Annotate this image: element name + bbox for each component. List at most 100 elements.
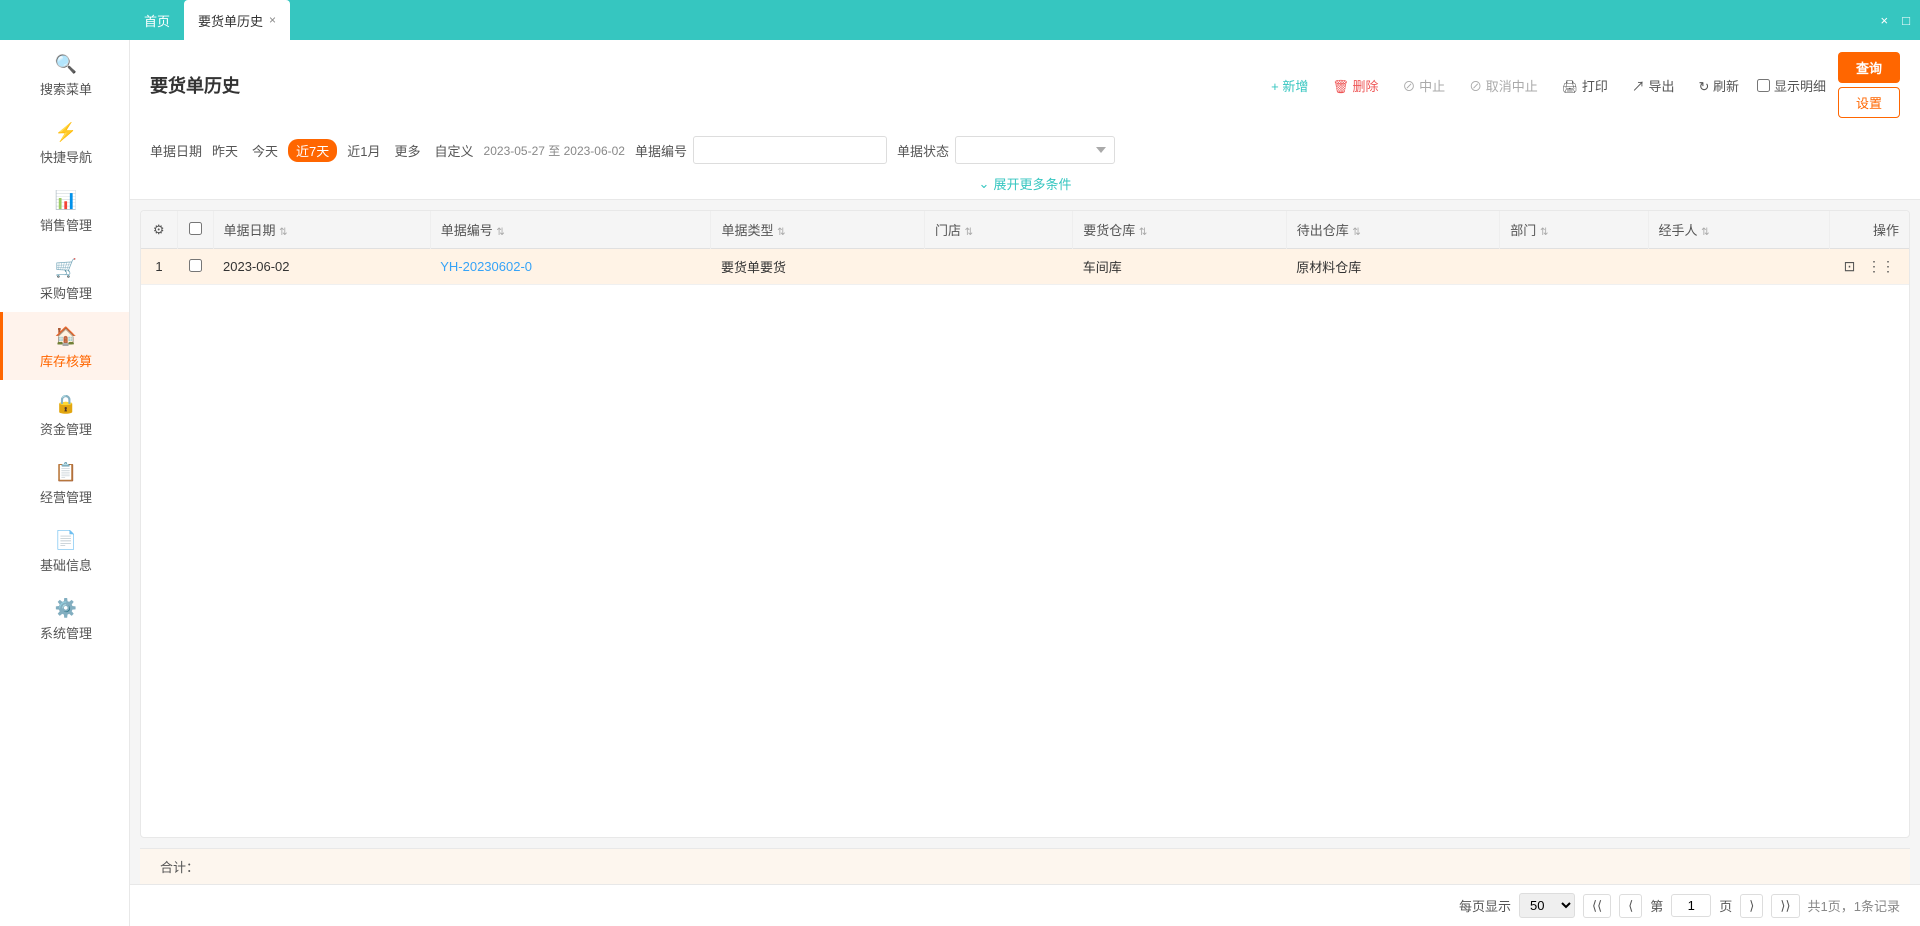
page-input-label: 第 (1650, 896, 1663, 915)
stop-button[interactable]: ⊘ 中止 (1396, 72, 1451, 99)
sidebar-item-system[interactable]: ⚙️ 系统管理 (0, 584, 129, 652)
sort-icon-pendingwarehouse: ⇅ (1352, 227, 1360, 238)
td-store (925, 249, 1073, 285)
show-detail-label: 显示明细 (1774, 76, 1826, 95)
sidebar-item-label: 快捷导航 (40, 147, 92, 166)
date-shortcut-more[interactable]: 更多 (391, 139, 425, 162)
table-header-row: ⚙ 单据日期 ⇅ 单据编号 ⇅ 单据类型 ⇅ 门店 ⇅ 要货仓库 ⇅ 待出仓库 … (141, 211, 1909, 249)
td-reqwarehouse: 车间库 (1073, 249, 1287, 285)
filter-area: 单据日期 昨天 今天 近7天 近1月 更多 自定义 2023-05-27 至 2… (150, 126, 1900, 170)
td-pendingwarehouse: 原材料仓库 (1286, 249, 1500, 285)
last-page-btn[interactable]: ⟩⟩ (1771, 894, 1799, 918)
toolbar: + 新增 🗑 删除 ⊘ 中止 ⊘ 取消中止 🖨 打印 ↗ 导出 ↻ 刷新 显示明… (1265, 52, 1900, 118)
top-bar: 首页 要货单历史 × × □ (0, 0, 1920, 40)
main-content: 要货单历史 + 新增 🗑 删除 ⊘ 中止 ⊘ 取消中止 🖨 打印 ↗ 导出 ↻ … (130, 40, 1920, 926)
th-doctype-label: 单据类型 (721, 223, 773, 238)
new-button[interactable]: + 新增 (1265, 72, 1314, 99)
print-button[interactable]: 🖨 打印 (1556, 72, 1614, 99)
sidebar-item-label: 销售管理 (40, 215, 92, 234)
sidebar: 🔍 搜索菜单 ⚡ 快捷导航 📊 销售管理 🛒 采购管理 🏠 库存核算 🔒 资金管… (0, 40, 130, 926)
next-page-btn[interactable]: ⟩ (1740, 894, 1763, 918)
settings-button[interactable]: 设置 (1838, 87, 1900, 118)
sidebar-item-search[interactable]: 🔍 搜索菜单 (0, 40, 129, 108)
window-maximize-btn[interactable]: □ (1902, 13, 1910, 28)
th-pendingwarehouse-label: 待出仓库 (1297, 223, 1349, 238)
close-tab-icon[interactable]: × (269, 13, 276, 27)
th-reqwarehouse-label: 要货仓库 (1083, 223, 1135, 238)
first-page-btn[interactable]: ⟨⟨ (1583, 894, 1611, 918)
sidebar-item-inventory[interactable]: 🏠 库存核算 (0, 312, 129, 380)
summary-label: 合计： (160, 860, 199, 875)
row-more-btn[interactable]: ⋮⋮ (1863, 256, 1899, 276)
sidebar-item-label: 基础信息 (40, 555, 92, 574)
sort-icon-store: ⇅ (965, 227, 973, 238)
tab-home-label: 首页 (144, 11, 170, 30)
sort-icon-doctype: ⇅ (777, 227, 785, 238)
footer-summary: 合计： (140, 848, 1910, 884)
per-page-select[interactable]: 50 100 200 (1519, 893, 1575, 918)
page-unit-label: 页 (1719, 896, 1732, 915)
management-icon: 📋 (55, 462, 77, 483)
td-dept (1500, 249, 1648, 285)
date-shortcut-7days[interactable]: 近7天 (288, 139, 337, 162)
status-select[interactable] (955, 136, 1115, 164)
sidebar-item-sales[interactable]: 📊 销售管理 (0, 176, 129, 244)
tab-history[interactable]: 要货单历史 × (184, 0, 290, 40)
prev-page-btn[interactable]: ⟨ (1619, 894, 1642, 918)
tab-home[interactable]: 首页 (130, 0, 184, 40)
delete-button[interactable]: 🗑 删除 (1326, 72, 1384, 99)
th-docno: 单据编号 ⇅ (430, 211, 711, 249)
finance-icon: 🔒 (55, 394, 77, 415)
sidebar-item-basic[interactable]: 📄 基础信息 (0, 516, 129, 584)
inventory-icon: 🏠 (55, 326, 77, 347)
show-detail-input[interactable] (1757, 79, 1770, 92)
chevron-down-icon: ⌄ (979, 176, 990, 192)
th-dept-label: 部门 (1510, 223, 1536, 238)
td-checkbox (177, 249, 213, 285)
show-detail-checkbox[interactable]: 显示明细 (1757, 76, 1826, 95)
th-store: 门店 ⇅ (925, 211, 1073, 249)
sidebar-item-label: 资金管理 (40, 419, 92, 438)
sidebar-item-label: 采购管理 (40, 283, 92, 302)
date-shortcut-today[interactable]: 今天 (248, 139, 282, 162)
th-checkbox (177, 211, 213, 249)
docno-filter-group: 单据编号 (635, 136, 887, 164)
th-ops: 操作 (1829, 211, 1909, 249)
sidebar-item-shortcut[interactable]: ⚡ 快捷导航 (0, 108, 129, 176)
table-area: ⚙ 单据日期 ⇅ 单据编号 ⇅ 单据类型 ⇅ 门店 ⇅ 要货仓库 ⇅ 待出仓库 … (140, 210, 1910, 838)
td-handler (1648, 249, 1829, 285)
th-reqwarehouse: 要货仓库 ⇅ (1073, 211, 1287, 249)
row-view-btn[interactable]: ⊡ (1840, 256, 1860, 276)
sidebar-item-management[interactable]: 📋 经营管理 (0, 448, 129, 516)
td-ops: ⊡ ⋮⋮ (1829, 249, 1909, 285)
th-handler-label: 经手人 (1659, 223, 1698, 238)
docno-link[interactable]: YH-20230602-0 (440, 259, 532, 274)
sort-icon-docno: ⇅ (496, 227, 504, 238)
page-header: 要货单历史 + 新增 🗑 删除 ⊘ 中止 ⊘ 取消中止 🖨 打印 ↗ 导出 ↻ … (130, 40, 1920, 200)
query-button[interactable]: 查询 (1838, 52, 1900, 83)
sidebar-item-finance[interactable]: 🔒 资金管理 (0, 380, 129, 448)
cancel-stop-button[interactable]: ⊘ 取消中止 (1463, 72, 1544, 99)
layout: 🔍 搜索菜单 ⚡ 快捷导航 📊 销售管理 🛒 采购管理 🏠 库存核算 🔒 资金管… (0, 40, 1920, 926)
shortcut-icon: ⚡ (55, 122, 77, 143)
select-all-checkbox[interactable] (189, 222, 202, 235)
docno-input[interactable] (693, 136, 887, 164)
refresh-button[interactable]: ↻ 刷新 (1692, 72, 1745, 99)
th-date: 单据日期 ⇅ (213, 211, 430, 249)
sidebar-item-purchase[interactable]: 🛒 采购管理 (0, 244, 129, 312)
page-input[interactable] (1671, 894, 1711, 917)
page-title-row: 要货单历史 + 新增 🗑 删除 ⊘ 中止 ⊘ 取消中止 🖨 打印 ↗ 导出 ↻ … (150, 52, 1900, 126)
sort-icon-handler: ⇅ (1701, 227, 1709, 238)
date-filter-group: 单据日期 昨天 今天 近7天 近1月 更多 自定义 2023-05-27 至 2… (150, 139, 625, 162)
window-close-btn[interactable]: × (1881, 13, 1889, 28)
date-shortcut-1month[interactable]: 近1月 (343, 139, 384, 162)
date-shortcut-custom[interactable]: 自定义 (431, 139, 478, 162)
basic-icon: 📄 (55, 530, 77, 551)
th-doctype: 单据类型 ⇅ (711, 211, 925, 249)
th-store-label: 门店 (935, 223, 961, 238)
th-settings[interactable]: ⚙ (141, 211, 177, 249)
export-button[interactable]: ↗ 导出 (1626, 72, 1681, 99)
date-shortcut-yesterday[interactable]: 昨天 (208, 139, 242, 162)
expand-more-btn[interactable]: ⌄ 展开更多条件 (150, 170, 1900, 199)
row-checkbox[interactable] (189, 259, 202, 272)
